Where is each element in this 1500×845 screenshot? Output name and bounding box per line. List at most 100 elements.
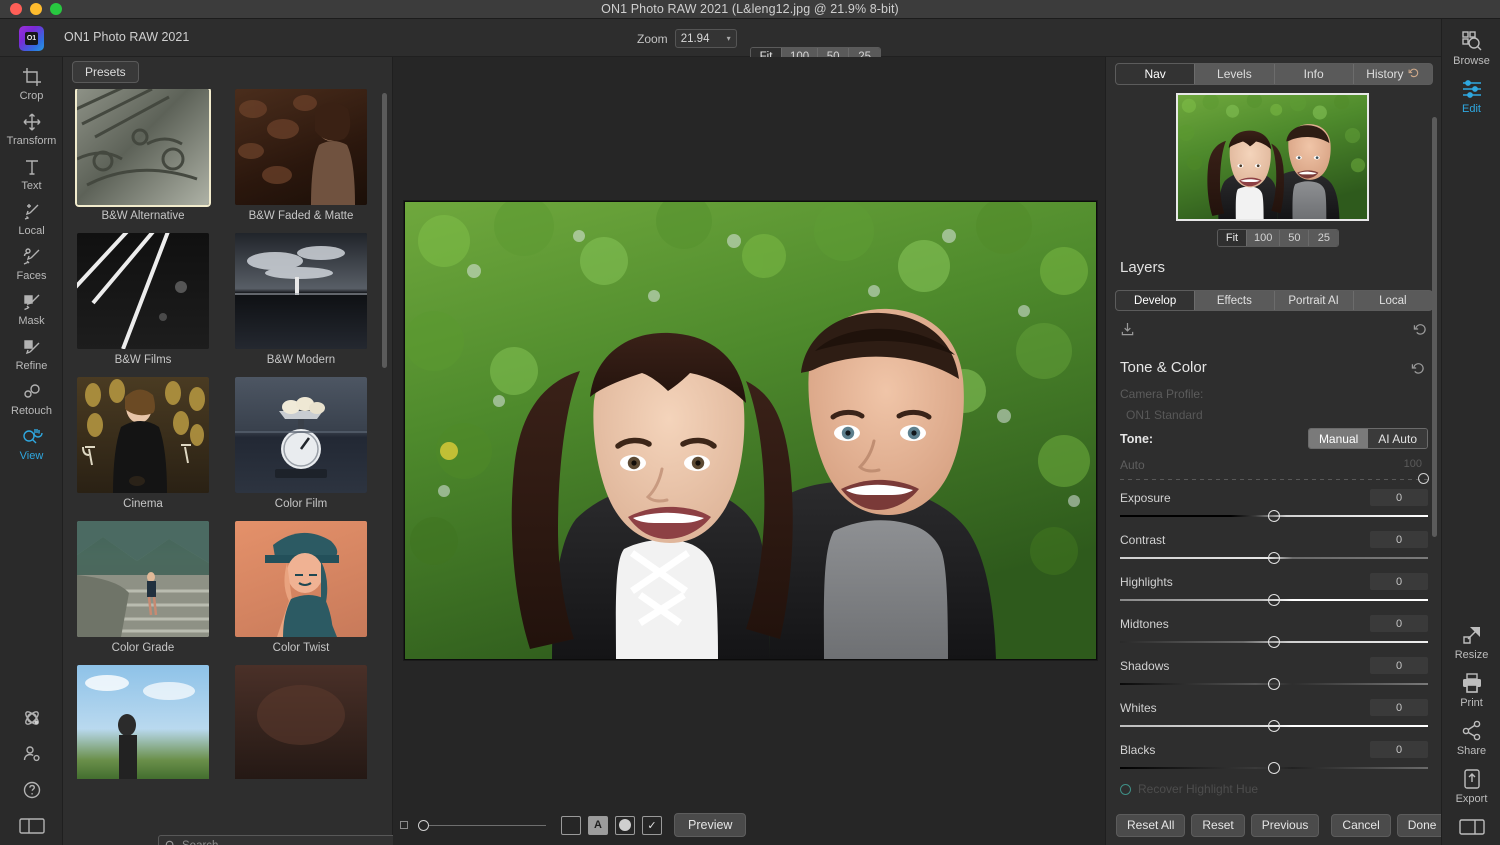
tool-text[interactable]: Text <box>0 147 63 192</box>
tone-mode-ai-auto[interactable]: AI Auto <box>1368 429 1427 448</box>
search-input[interactable] <box>182 840 416 845</box>
slider-track[interactable] <box>1120 594 1428 606</box>
slider-track[interactable] <box>1120 510 1428 522</box>
camera-profile-section[interactable]: Camera Profile: ON1 Standard <box>1106 387 1442 422</box>
slider-highlights[interactable]: Highlights0 <box>1106 575 1442 606</box>
module-tab-effects[interactable]: Effects <box>1195 291 1274 310</box>
slider-value[interactable]: 0 <box>1370 489 1428 506</box>
tool-refine[interactable]: Refine <box>0 327 63 372</box>
presets-grid[interactable]: B&W AlternativeB&W Faded & MatteB&W Film… <box>63 89 393 779</box>
preset-item[interactable]: Color Twist <box>235 521 367 657</box>
help-button[interactable] <box>0 765 63 801</box>
tone-mode-manual[interactable]: Manual <box>1309 429 1368 448</box>
user-account-button[interactable] <box>0 729 63 765</box>
module-browse[interactable]: Browse <box>1442 19 1500 67</box>
slider-value[interactable]: 0 <box>1370 531 1428 548</box>
tool-crop[interactable]: Crop <box>0 57 63 102</box>
radio-icon[interactable] <box>1120 784 1131 795</box>
nav-zoom-50[interactable]: 50 <box>1280 230 1309 246</box>
close-window-button[interactable] <box>10 3 22 15</box>
slider-exposure[interactable]: Exposure0 <box>1106 491 1442 522</box>
right-panel-tabs[interactable]: NavLevelsInfoHistory <box>1115 63 1433 85</box>
nav-zoom-25[interactable]: 25 <box>1309 230 1338 246</box>
reset-pane-icon[interactable] <box>1413 322 1428 342</box>
slider-track[interactable] <box>1120 552 1428 564</box>
recover-highlight-hue-row[interactable]: Recover Highlight Hue <box>1106 774 1442 796</box>
preset-thumbnail[interactable] <box>77 89 209 205</box>
slider-value[interactable]: 0 <box>1370 615 1428 632</box>
module-export[interactable]: Export <box>1442 757 1500 805</box>
toggle-left-panel-button[interactable] <box>0 801 63 837</box>
slider-handle[interactable] <box>1268 552 1280 564</box>
auto-slider-track[interactable] <box>1120 479 1428 480</box>
preset-item[interactable] <box>77 665 209 779</box>
tool-transform[interactable]: Transform <box>0 102 63 147</box>
module-tabs[interactable]: DevelopEffectsPortrait AILocal <box>1115 290 1433 311</box>
nav-zoom-fit[interactable]: Fit <box>1218 230 1247 246</box>
slider-handle[interactable] <box>1268 762 1280 774</box>
preset-thumbnail[interactable] <box>77 233 209 349</box>
text-overlay-icon[interactable]: A <box>588 816 608 835</box>
preset-item[interactable] <box>235 665 367 779</box>
slider-contrast[interactable]: Contrast0 <box>1106 533 1442 564</box>
slider-shadows[interactable]: Shadows0 <box>1106 659 1442 690</box>
previous-button[interactable]: Previous <box>1251 814 1320 837</box>
save-preset-icon[interactable] <box>1120 322 1135 342</box>
slider-value[interactable]: 0 <box>1370 573 1428 590</box>
presets-scrollbar[interactable] <box>382 93 387 368</box>
cancel-button[interactable]: Cancel <box>1331 814 1390 837</box>
tab-history[interactable]: History <box>1354 64 1432 84</box>
opacity-slider-track[interactable] <box>429 825 546 826</box>
slider-value[interactable]: 0 <box>1370 699 1428 716</box>
zoom-value-dropdown[interactable]: 21.94 ▾ <box>675 29 737 48</box>
auto-slider-handle[interactable] <box>1418 473 1429 484</box>
slider-track[interactable] <box>1120 720 1428 732</box>
window-controls[interactable] <box>10 3 62 15</box>
preset-item[interactable]: Color Film <box>235 377 367 513</box>
slider-value[interactable]: 0 <box>1370 741 1428 758</box>
preset-thumbnail[interactable] <box>235 377 367 493</box>
module-tab-portrait-ai[interactable]: Portrait AI <box>1275 291 1354 310</box>
minimize-window-button[interactable] <box>30 3 42 15</box>
right-panel-button-bar[interactable]: Reset AllResetPreviousCancelDone <box>1106 805 1442 845</box>
slider-track[interactable] <box>1120 636 1428 648</box>
reset-pane-icon[interactable] <box>1411 361 1426 381</box>
reset-all-button[interactable]: Reset All <box>1116 814 1185 837</box>
preset-item[interactable]: B&W Films <box>77 233 209 369</box>
module-share[interactable]: Share <box>1442 709 1500 757</box>
grayscale-preview-icon[interactable] <box>615 816 635 835</box>
preset-thumbnail[interactable] <box>77 377 209 493</box>
reset-button[interactable]: Reset <box>1191 814 1244 837</box>
slider-handle[interactable] <box>1268 678 1280 690</box>
tab-levels[interactable]: Levels <box>1195 64 1274 84</box>
done-button[interactable]: Done <box>1397 814 1448 837</box>
preset-thumbnail[interactable] <box>235 521 367 637</box>
tab-nav[interactable]: Nav <box>1116 64 1195 84</box>
slider-track[interactable] <box>1120 762 1428 774</box>
tool-faces[interactable]: Faces <box>0 237 63 282</box>
slider-handle[interactable] <box>1268 594 1280 606</box>
nav-zoom-preset-control[interactable]: Fit1005025 <box>1217 229 1339 247</box>
slider-handle[interactable] <box>1268 720 1280 732</box>
tool-mask[interactable]: Mask <box>0 282 63 327</box>
tone-mode-segmented-control[interactable]: ManualAI Auto <box>1308 428 1428 449</box>
slider-value[interactable]: 0 <box>1370 657 1428 674</box>
preset-item[interactable]: B&W Faded & Matte <box>235 89 367 225</box>
module-tab-develop[interactable]: Develop <box>1116 291 1195 310</box>
preset-thumbnail[interactable] <box>77 665 209 779</box>
preset-item[interactable]: Cinema <box>77 377 209 513</box>
toggle-right-panel-button[interactable] <box>1442 805 1500 839</box>
preset-thumbnail[interactable] <box>235 665 367 779</box>
preset-thumbnail[interactable] <box>235 89 367 205</box>
maximize-window-button[interactable] <box>50 3 62 15</box>
preset-thumbnail[interactable] <box>77 521 209 637</box>
tool-retouch[interactable]: Retouch <box>0 372 63 417</box>
show-mask-icon[interactable] <box>561 816 581 835</box>
preset-item[interactable]: Color Grade <box>77 521 209 657</box>
right-panel-scrollbar[interactable] <box>1432 117 1437 537</box>
sync-settings-button[interactable] <box>0 693 63 729</box>
module-edit[interactable]: Edit <box>1442 67 1500 115</box>
tab-info[interactable]: Info <box>1275 64 1354 84</box>
main-image-preview[interactable] <box>404 201 1097 660</box>
module-resize[interactable]: Resize <box>1442 613 1500 661</box>
